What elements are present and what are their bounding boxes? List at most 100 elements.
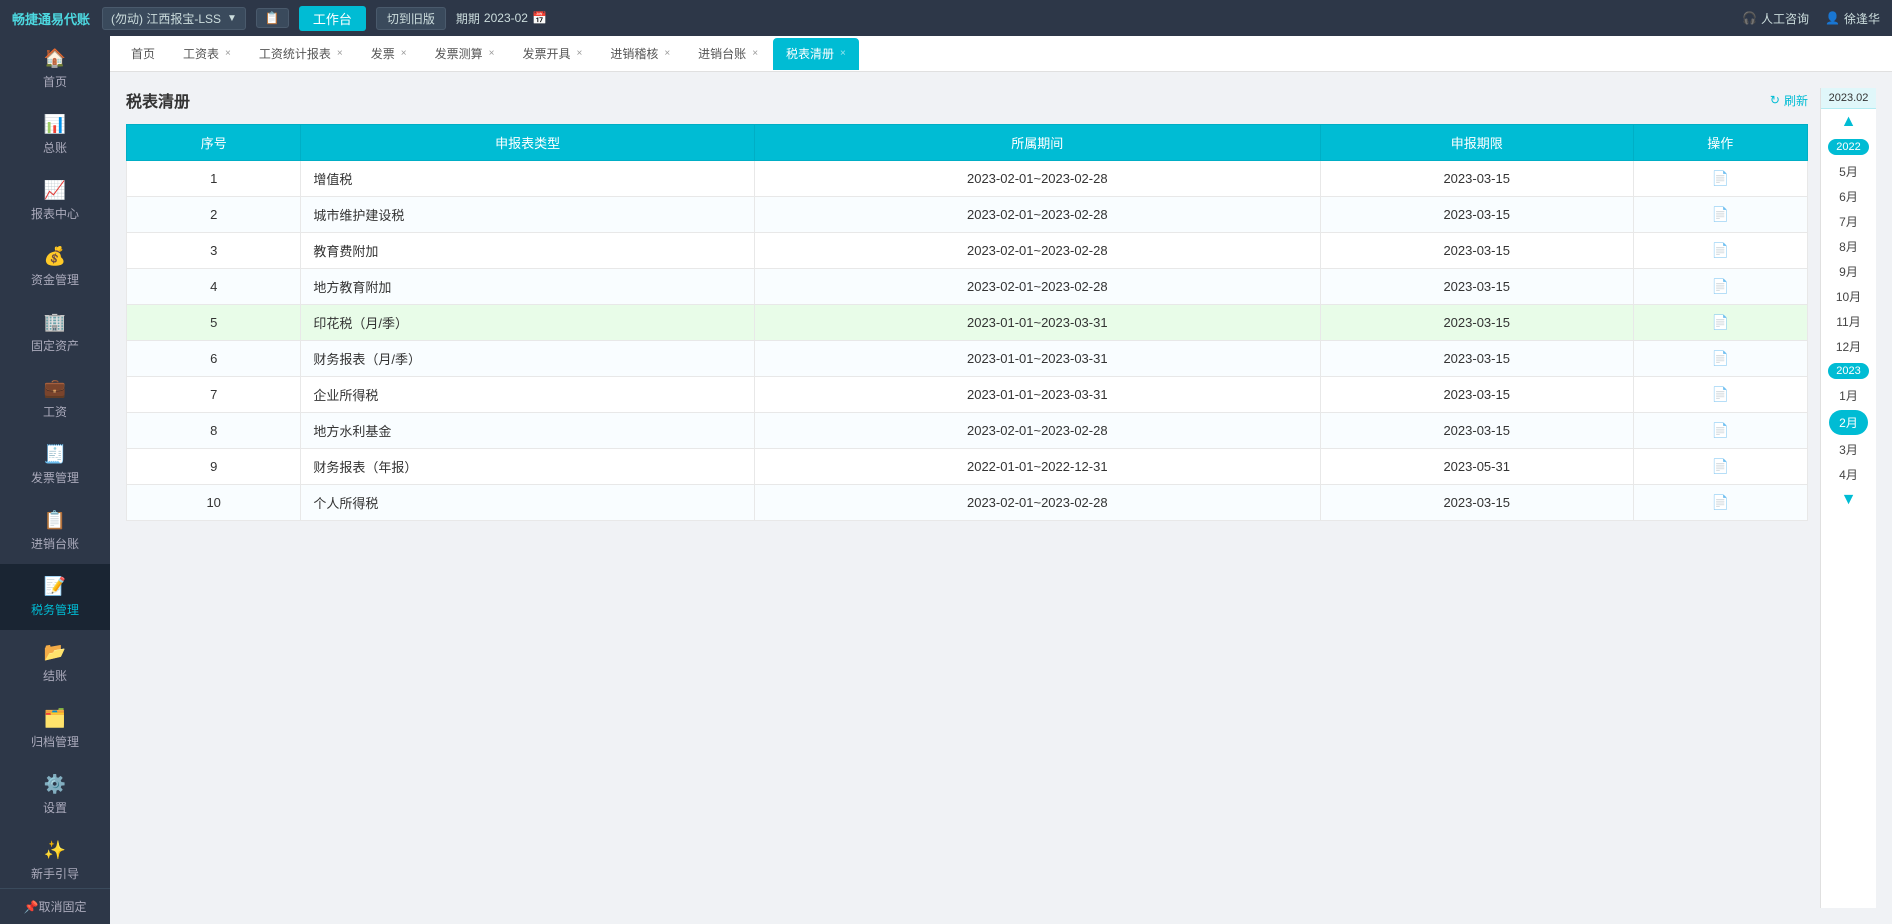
sidebar-item-fund[interactable]: 💰资金管理 bbox=[0, 234, 110, 300]
month-2023-1月[interactable]: 1月 bbox=[1821, 383, 1876, 408]
month-2022-9月[interactable]: 9月 bbox=[1821, 259, 1876, 284]
sidebar-item-guide[interactable]: ✨新手引导 bbox=[0, 828, 110, 894]
row-action[interactable]: 📄 bbox=[1633, 377, 1807, 413]
row-action[interactable]: 📄 bbox=[1633, 485, 1807, 521]
row-action[interactable]: 📄 bbox=[1633, 305, 1807, 341]
row-action[interactable]: 📄 bbox=[1633, 269, 1807, 305]
tab-home[interactable]: 首页 bbox=[118, 38, 168, 70]
month-2023-3月[interactable]: 3月 bbox=[1821, 437, 1876, 462]
sidebar-item-label: 总账 bbox=[43, 139, 67, 156]
row-type: 印花税（月/季） bbox=[301, 305, 754, 341]
sidebar-item-settings[interactable]: ⚙️设置 bbox=[0, 762, 110, 828]
month-2022-5月[interactable]: 5月 bbox=[1821, 159, 1876, 184]
switch-old-button[interactable]: 切到旧版 bbox=[376, 7, 446, 30]
view-icon[interactable]: 📄 bbox=[1712, 278, 1729, 294]
fixed-icon: 🏢 bbox=[44, 312, 66, 333]
sidebar-item-label: 固定资产 bbox=[31, 337, 79, 354]
row-action[interactable]: 📄 bbox=[1633, 233, 1807, 269]
month-2022-11月[interactable]: 11月 bbox=[1821, 309, 1876, 334]
tab-close-invoice[interactable]: × bbox=[401, 48, 407, 59]
ai-consult-btn[interactable]: 🎧 人工咨询 bbox=[1742, 10, 1809, 27]
scroll-down-icon[interactable]: ▼ bbox=[1837, 487, 1861, 513]
tab-invoice-open[interactable]: 发票开具 × bbox=[509, 38, 595, 70]
report-icon: 📈 bbox=[44, 180, 66, 201]
view-icon[interactable]: 📄 bbox=[1712, 458, 1729, 474]
view-icon[interactable]: 📄 bbox=[1712, 314, 1729, 330]
view-icon[interactable]: 📄 bbox=[1712, 386, 1729, 402]
view-icon[interactable]: 📄 bbox=[1712, 350, 1729, 366]
tab-close-purchase-ledger[interactable]: × bbox=[752, 48, 758, 59]
year-badge-2022[interactable]: 2022 bbox=[1828, 139, 1868, 155]
row-period: 2023-02-01~2023-02-28 bbox=[754, 233, 1320, 269]
table-row: 2 城市维护建设税 2023-02-01~2023-02-28 2023-03-… bbox=[127, 197, 1808, 233]
sidebar-item-fixed[interactable]: 🏢 固定资产 bbox=[0, 300, 110, 366]
sidebar-item-invoice[interactable]: 🧾发票管理 bbox=[0, 432, 110, 498]
purchase-icon: 📋 bbox=[44, 510, 66, 531]
row-period: 2023-01-01~2023-03-31 bbox=[754, 341, 1320, 377]
tab-wage-report[interactable]: 工资统计报表× bbox=[246, 38, 356, 70]
row-deadline: 2023-03-15 bbox=[1320, 197, 1633, 233]
tab-invoice-calc[interactable]: 发票测算× bbox=[422, 38, 508, 70]
sidebar-item-home[interactable]: 🏠首页 bbox=[0, 36, 110, 102]
table-row: 6 财务报表（月/季） 2023-01-01~2023-03-31 2023-0… bbox=[127, 341, 1808, 377]
month-2022-6月[interactable]: 6月 bbox=[1821, 184, 1876, 209]
month-2022-12月[interactable]: 12月 bbox=[1821, 334, 1876, 359]
refresh-icon: ↻ bbox=[1770, 93, 1780, 107]
sidebar-item-ledger[interactable]: 📊总账 bbox=[0, 102, 110, 168]
sidebar-item-wage[interactable]: 💼工资 bbox=[0, 366, 110, 432]
row-action[interactable]: 📄 bbox=[1633, 341, 1807, 377]
tab-close-wage[interactable]: × bbox=[225, 48, 231, 59]
row-action[interactable]: 📄 bbox=[1633, 161, 1807, 197]
tab-invoice[interactable]: 发票× bbox=[358, 38, 420, 70]
row-no: 3 bbox=[127, 233, 301, 269]
company-selector[interactable]: (勿动) 江西报宝-LSS ▼ bbox=[102, 7, 246, 30]
tab-label: 发票开具 bbox=[522, 45, 570, 62]
month-2023-4月[interactable]: 4月 bbox=[1821, 462, 1876, 487]
row-action[interactable]: 📄 bbox=[1633, 413, 1807, 449]
tab-tax-list[interactable]: 税表清册× bbox=[773, 38, 859, 70]
user-menu[interactable]: 👤 徐逢华 bbox=[1825, 10, 1880, 27]
row-no: 2 bbox=[127, 197, 301, 233]
tab-wage[interactable]: 工资表× bbox=[170, 38, 244, 70]
tab-purchase-check[interactable]: 进销稽核× bbox=[597, 38, 683, 70]
view-icon[interactable]: 📄 bbox=[1712, 422, 1729, 438]
tab-close-wage-report[interactable]: × bbox=[337, 48, 343, 59]
sidebar-item-settle[interactable]: 📂结账 bbox=[0, 630, 110, 696]
view-icon[interactable]: 📄 bbox=[1712, 242, 1729, 258]
refresh-label: 刷新 bbox=[1784, 92, 1808, 109]
row-deadline: 2023-03-15 bbox=[1320, 377, 1633, 413]
sidebar-item-purchase[interactable]: 📋进销台账 bbox=[0, 498, 110, 564]
row-period: 2023-01-01~2023-03-31 bbox=[754, 305, 1320, 341]
sidebar-item-archive[interactable]: 🗂️归档管理 bbox=[0, 696, 110, 762]
sidebar-item-report[interactable]: 📈报表中心 bbox=[0, 168, 110, 234]
tab-close-invoice-calc[interactable]: × bbox=[489, 48, 495, 59]
month-2022-10月[interactable]: 10月 bbox=[1821, 284, 1876, 309]
row-type: 财务报表（年报） bbox=[301, 449, 754, 485]
workbench-button[interactable]: 工作台 bbox=[299, 6, 366, 31]
sidebar-item-tax[interactable]: 📝税务管理 bbox=[0, 564, 110, 630]
table-row: 5 印花税（月/季） 2023-01-01~2023-03-31 2023-03… bbox=[127, 305, 1808, 341]
month-2022-7月[interactable]: 7月 bbox=[1821, 209, 1876, 234]
sidebar-footer[interactable]: 📌 取消固定 bbox=[0, 888, 110, 924]
scroll-up-icon[interactable]: ▲ bbox=[1837, 109, 1861, 135]
month-2022-8月[interactable]: 8月 bbox=[1821, 234, 1876, 259]
row-period: 2023-01-01~2023-03-31 bbox=[754, 377, 1320, 413]
row-no: 10 bbox=[127, 485, 301, 521]
view-icon[interactable]: 📄 bbox=[1712, 170, 1729, 186]
year-badge-2023[interactable]: 2023 bbox=[1828, 363, 1868, 379]
tab-close-purchase-check[interactable]: × bbox=[664, 48, 670, 59]
sidebar-item-label: 设置 bbox=[43, 799, 67, 816]
row-action[interactable]: 📄 bbox=[1633, 197, 1807, 233]
refresh-button[interactable]: ↻ 刷新 bbox=[1770, 92, 1808, 109]
row-action[interactable]: 📄 bbox=[1633, 449, 1807, 485]
calendar-icon[interactable]: 📅 bbox=[532, 11, 547, 25]
copy-icon-btn[interactable]: 📋 bbox=[256, 8, 289, 28]
view-icon[interactable]: 📄 bbox=[1712, 206, 1729, 222]
row-type: 增值税 bbox=[301, 161, 754, 197]
tab-close-tax-list[interactable]: × bbox=[840, 48, 846, 59]
tab-purchase-ledger[interactable]: 进销台账× bbox=[685, 38, 771, 70]
month-2023-2月[interactable]: 2月 bbox=[1829, 410, 1868, 435]
view-icon[interactable]: 📄 bbox=[1712, 494, 1729, 510]
tab-close-invoice-open[interactable]: × bbox=[576, 48, 582, 59]
sidebar-item-label: 结账 bbox=[43, 667, 67, 684]
